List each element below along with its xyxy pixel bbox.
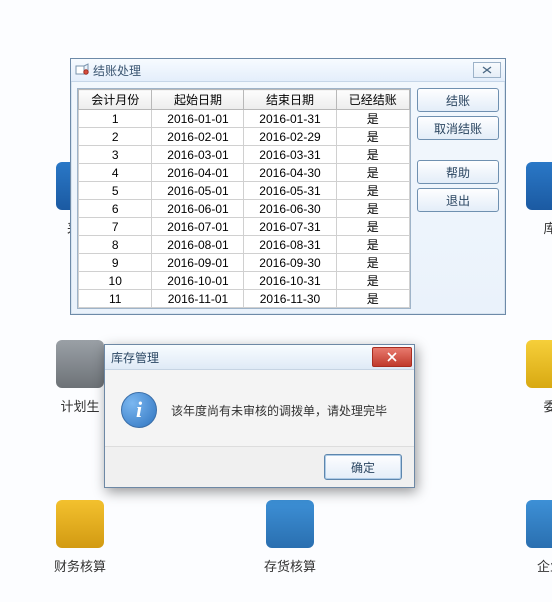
table-row[interactable]: 62016-06-012016-06-30是	[79, 200, 410, 218]
table-cell: 2016-10-31	[244, 272, 336, 290]
table-cell: 2	[79, 128, 152, 146]
table-row[interactable]: 112016-11-012016-11-30是	[79, 290, 410, 308]
table-cell: 2016-03-01	[152, 146, 244, 164]
table-cell: 2016-08-01	[152, 236, 244, 254]
table-cell: 6	[79, 200, 152, 218]
table-cell: 9	[79, 254, 152, 272]
table-cell: 10	[79, 272, 152, 290]
desktop-item-icon	[266, 500, 314, 548]
desktop-item-icon	[56, 500, 104, 548]
desktop-item-label: 企业	[510, 556, 552, 575]
table-cell: 2016-04-30	[244, 164, 336, 182]
col-closed[interactable]: 已经结账	[336, 90, 410, 110]
desktop-item-icon	[526, 340, 552, 388]
table-row[interactable]: 102016-10-012016-10-31是	[79, 272, 410, 290]
table-row[interactable]: 32016-03-012016-03-31是	[79, 146, 410, 164]
table-cell: 2016-07-31	[244, 218, 336, 236]
col-month[interactable]: 会计月份	[79, 90, 152, 110]
desktop-item-label: 委	[510, 396, 552, 415]
table-cell: 2016-09-01	[152, 254, 244, 272]
exit-button[interactable]: 退出	[417, 188, 499, 212]
table-row[interactable]: 72016-07-012016-07-31是	[79, 218, 410, 236]
table-cell: 2016-10-01	[152, 272, 244, 290]
cancel-close-period-button[interactable]: 取消结账	[417, 116, 499, 140]
dialog-titlebar[interactable]: 库存管理	[105, 345, 414, 370]
info-icon: i	[121, 392, 157, 428]
table-cell: 2016-02-29	[244, 128, 336, 146]
closing-button-column: 结账 取消结账 帮助 退出	[417, 88, 499, 309]
table-cell: 12	[79, 308, 152, 310]
table-cell: 2016-06-01	[152, 200, 244, 218]
desktop-item-label: 财务核算	[40, 556, 120, 575]
table-cell: 是	[336, 110, 410, 128]
table-cell: 2016-09-30	[244, 254, 336, 272]
close-period-button[interactable]: 结账	[417, 88, 499, 112]
closing-window-titlebar[interactable]: 结账处理	[71, 59, 505, 82]
table-row[interactable]: 42016-04-012016-04-30是	[79, 164, 410, 182]
table-cell: 2016-02-01	[152, 128, 244, 146]
table-cell: 是	[336, 182, 410, 200]
table-cell: 是	[336, 254, 410, 272]
table-cell: 2016-07-01	[152, 218, 244, 236]
table-cell: 2016-11-01	[152, 290, 244, 308]
table-row[interactable]: 52016-05-012016-05-31是	[79, 182, 410, 200]
table-cell: 11	[79, 290, 152, 308]
table-cell: 是	[336, 236, 410, 254]
table-row[interactable]: 22016-02-012016-02-29是	[79, 128, 410, 146]
desktop-item[interactable]: 委	[510, 340, 552, 415]
dialog-close-button[interactable]	[372, 347, 412, 367]
dialog-message: 该年度尚有未审核的调拨单，请处理完毕	[171, 402, 387, 419]
desktop-item-label: 存货核算	[250, 556, 330, 575]
table-cell: 5	[79, 182, 152, 200]
table-cell: 2016-04-01	[152, 164, 244, 182]
table-cell: 是	[336, 200, 410, 218]
table-cell: 7	[79, 218, 152, 236]
table-cell: 2016-11-30	[244, 290, 336, 308]
dialog-title: 库存管理	[111, 349, 159, 366]
table-cell: 2016-06-30	[244, 200, 336, 218]
table-cell: 2016-12-31	[244, 308, 336, 310]
desktop-item[interactable]: 库	[510, 162, 552, 237]
desktop-item-label: 库	[510, 218, 552, 237]
table-row[interactable]: 122016-12-012016-12-31否	[79, 308, 410, 310]
table-cell: 3	[79, 146, 152, 164]
desktop-item[interactable]: 存货核算	[250, 500, 330, 575]
desktop-item-icon	[526, 500, 552, 548]
table-cell: 是	[336, 128, 410, 146]
table-cell: 否	[336, 308, 410, 310]
table-row[interactable]: 12016-01-012016-01-31是	[79, 110, 410, 128]
table-cell: 2016-05-31	[244, 182, 336, 200]
table-cell: 是	[336, 218, 410, 236]
col-end-date[interactable]: 结束日期	[244, 90, 336, 110]
closing-window: 结账处理 会计月份 起始日期 结束日期 已经结账 12016-01-012016…	[70, 58, 506, 315]
desktop-item-icon	[56, 340, 104, 388]
table-cell: 2016-12-01	[152, 308, 244, 310]
table-cell: 2016-05-01	[152, 182, 244, 200]
dialog-ok-button[interactable]: 确定	[324, 454, 402, 480]
desktop-item[interactable]: 财务核算	[40, 500, 120, 575]
table-cell: 是	[336, 164, 410, 182]
table-row[interactable]: 82016-08-012016-08-31是	[79, 236, 410, 254]
table-cell: 4	[79, 164, 152, 182]
closing-window-close-button[interactable]	[473, 62, 501, 78]
table-cell: 是	[336, 272, 410, 290]
table-cell: 是	[336, 290, 410, 308]
closing-grid[interactable]: 会计月份 起始日期 结束日期 已经结账 12016-01-012016-01-3…	[77, 88, 411, 309]
table-cell: 8	[79, 236, 152, 254]
window-app-icon	[75, 63, 89, 77]
table-cell: 1	[79, 110, 152, 128]
desktop-item-icon	[526, 162, 552, 210]
table-cell: 2016-01-31	[244, 110, 336, 128]
table-cell: 2016-03-31	[244, 146, 336, 164]
table-cell: 2016-01-01	[152, 110, 244, 128]
table-cell: 是	[336, 146, 410, 164]
inventory-warning-dialog: 库存管理 i 该年度尚有未审核的调拨单，请处理完毕 确定	[104, 344, 415, 488]
desktop-item[interactable]: 企业	[510, 500, 552, 575]
help-button[interactable]: 帮助	[417, 160, 499, 184]
closing-window-title: 结账处理	[93, 62, 141, 79]
table-row[interactable]: 92016-09-012016-09-30是	[79, 254, 410, 272]
col-start-date[interactable]: 起始日期	[152, 90, 244, 110]
table-cell: 2016-08-31	[244, 236, 336, 254]
